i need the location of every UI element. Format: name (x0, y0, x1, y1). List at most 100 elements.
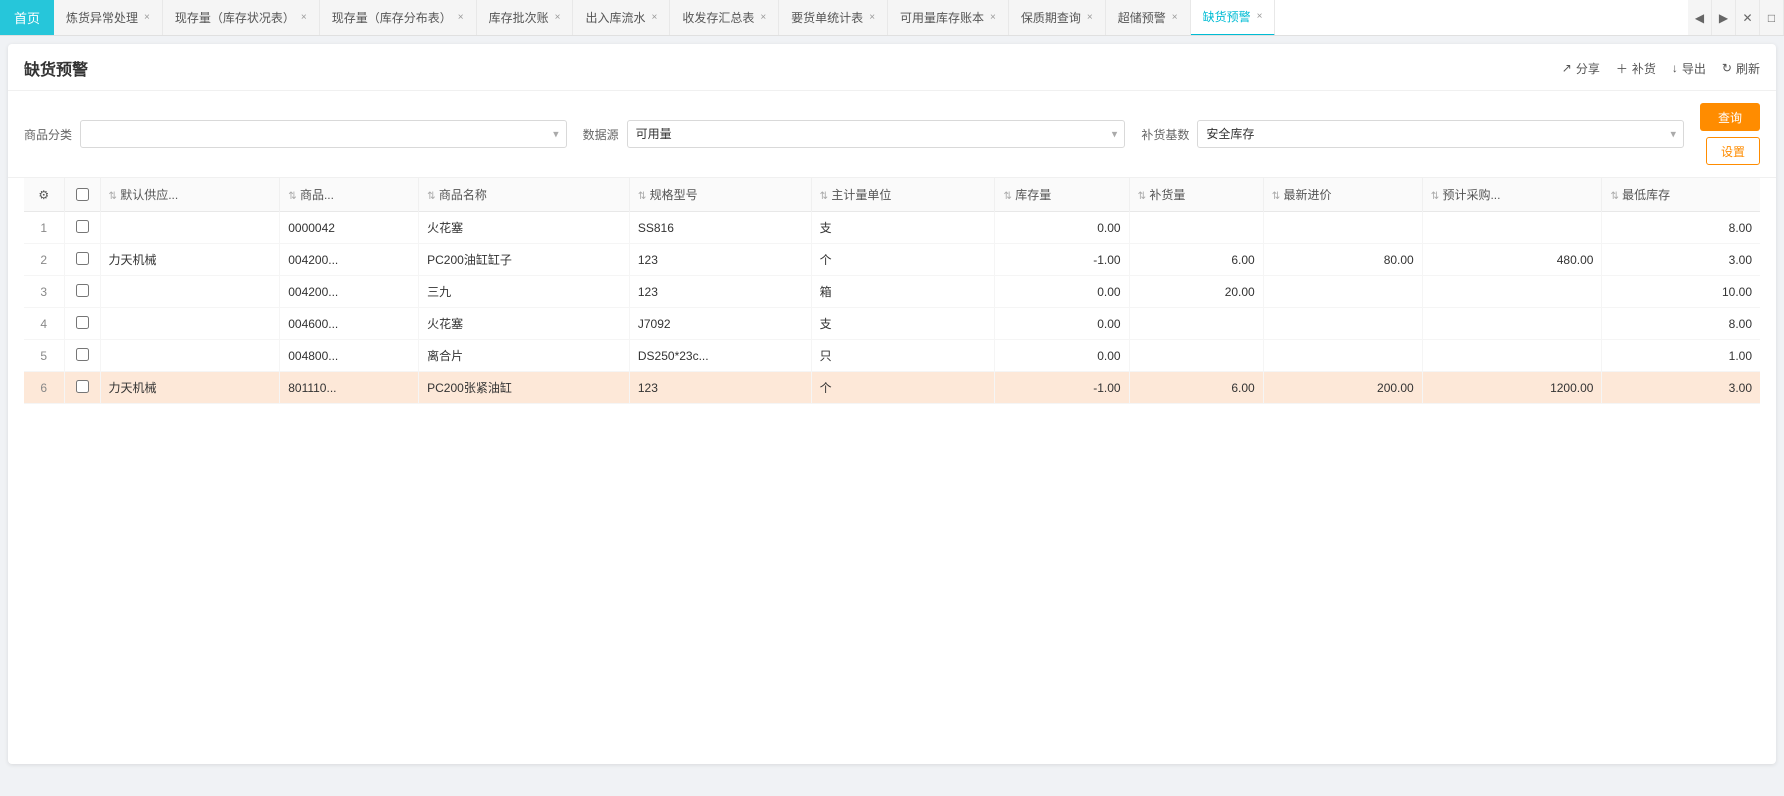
row-code: 004200... (280, 276, 419, 308)
tab-abnormal[interactable]: 炼货异常处理× (54, 0, 163, 36)
tab-maximize-btn[interactable]: □ (1760, 0, 1784, 36)
category-select[interactable] (80, 120, 567, 148)
col-unit-sort-icon: ⇅ (820, 191, 828, 202)
tab-close-icon[interactable]: × (990, 12, 996, 23)
row-restock: 6.00 (1129, 372, 1263, 404)
tab-close-icon[interactable]: × (555, 12, 561, 23)
home-tab-label: 首页 (14, 8, 40, 27)
col-stock-sort-icon: ⇅ (1003, 191, 1011, 202)
row-restock (1129, 212, 1263, 244)
row-stock: -1.00 (995, 244, 1129, 276)
row-supplier (100, 340, 280, 372)
select-all-checkbox[interactable] (76, 188, 89, 201)
row-checkbox[interactable] (76, 348, 89, 361)
export-action[interactable]: ↓ 导出 (1672, 60, 1706, 77)
row-latest-price: 80.00 (1263, 244, 1422, 276)
table-container: ⚙ ⇅ 默认供应... ⇅ 商品... (8, 178, 1776, 404)
tab-overstock-warning[interactable]: 超储预警× (1106, 0, 1191, 36)
tab-order-stats[interactable]: 要货单统计表 × (779, 0, 888, 36)
page-header: 缺货预警 ↗ 分享 ＋ 补货 ↓ 导出 ↻ 刷新 (8, 44, 1776, 91)
tab-close-icon[interactable]: × (869, 12, 875, 23)
row-latest-price (1263, 276, 1422, 308)
col-product-code[interactable]: ⇅ 商品... (280, 178, 419, 212)
tab-label: 要货单统计表 (791, 9, 863, 26)
tab-next-btn[interactable]: ▶ (1712, 0, 1736, 36)
tab-expiry-query[interactable]: 保质期查询 × (1009, 0, 1106, 36)
row-stock: 0.00 (995, 276, 1129, 308)
row-checkbox[interactable] (76, 316, 89, 329)
restock-action[interactable]: ＋ 补货 (1616, 60, 1656, 77)
tab-close-icon[interactable]: × (1087, 12, 1093, 23)
row-name: 离合片 (419, 340, 630, 372)
tab-close-icon[interactable]: × (1172, 12, 1178, 23)
tab-receive-summary[interactable]: 收发存汇总表 × (670, 0, 779, 36)
refresh-action[interactable]: ↻ 刷新 (1722, 60, 1760, 77)
page-container: 缺货预警 ↗ 分享 ＋ 补货 ↓ 导出 ↻ 刷新 商品分类 (8, 44, 1776, 764)
col-spec[interactable]: ⇅ 规格型号 (629, 178, 811, 212)
tab-close-icon[interactable]: × (301, 12, 307, 23)
col-min-sort-icon: ⇅ (1610, 191, 1618, 202)
tab-batch-account[interactable]: 库存批次账× (477, 0, 574, 36)
tab-inventory-dist[interactable]: 现存量（库存分布表）× (320, 0, 477, 36)
row-checkbox[interactable] (76, 284, 89, 297)
table-row: 5 004800... 离合片 DS250*23c... 只 0.00 1.00 (24, 340, 1760, 372)
category-filter-group: 商品分类 (24, 120, 567, 148)
export-label: 导出 (1682, 60, 1706, 77)
tab-available-ledger[interactable]: 可用量库存账本× (888, 0, 1009, 36)
settings-button[interactable]: 设置 (1706, 137, 1760, 165)
row-min-stock: 3.00 (1602, 244, 1760, 276)
row-min-stock: 1.00 (1602, 340, 1760, 372)
row-est-purchase (1422, 212, 1602, 244)
tab-close-icon[interactable]: × (1257, 11, 1263, 22)
col-unit[interactable]: ⇅ 主计量单位 (811, 178, 995, 212)
share-label: 分享 (1576, 60, 1600, 77)
row-checkbox-cell (64, 372, 100, 404)
restock-base-select[interactable]: 安全库存 最低库存 (1197, 120, 1684, 148)
tab-label: 缺货预警 (1203, 8, 1251, 25)
tab-inventory-status[interactable]: 现存量（库存状况表）× (163, 0, 320, 36)
tab-label: 收发存汇总表 (682, 9, 754, 26)
tab-close-icon[interactable]: × (760, 12, 766, 23)
row-spec: DS250*23c... (629, 340, 811, 372)
category-select-wrapper (80, 120, 567, 148)
tab-close-icon[interactable]: × (144, 12, 150, 23)
col-min-stock[interactable]: ⇅ 最低库存 (1602, 178, 1760, 212)
tab-label: 出入库流水 (585, 9, 645, 26)
col-product-name[interactable]: ⇅ 商品名称 (419, 178, 630, 212)
row-code: 0000042 (280, 212, 419, 244)
col-latest-price[interactable]: ⇅ 最新进价 (1263, 178, 1422, 212)
tab-close-icon[interactable]: × (651, 12, 657, 23)
datasource-select[interactable]: 可用量 库存量 (627, 120, 1126, 148)
tab-prev-btn[interactable]: ◀ (1688, 0, 1712, 36)
col-settings[interactable]: ⚙ (24, 178, 64, 212)
share-action[interactable]: ↗ 分享 (1562, 60, 1600, 77)
row-num: 5 (24, 340, 64, 372)
row-num: 6 (24, 372, 64, 404)
row-checkbox[interactable] (76, 220, 89, 233)
row-restock: 20.00 (1129, 276, 1263, 308)
page-title: 缺货预警 (24, 56, 88, 80)
row-checkbox[interactable] (76, 252, 89, 265)
tab-bar: 首页 炼货异常处理×现存量（库存状况表）×现存量（库存分布表）×库存批次账×出入… (0, 0, 1784, 36)
row-checkbox-cell (64, 244, 100, 276)
row-code: 801110... (280, 372, 419, 404)
tab-shortage-warning[interactable]: 缺货预警 × (1191, 0, 1276, 36)
tab-close-icon[interactable]: × (458, 12, 464, 23)
query-button[interactable]: 查询 (1700, 103, 1760, 131)
row-checkbox-cell (64, 276, 100, 308)
col-restock-qty[interactable]: ⇅ 补货量 (1129, 178, 1263, 212)
col-stock-qty[interactable]: ⇅ 库存量 (995, 178, 1129, 212)
refresh-label: 刷新 (1736, 60, 1760, 77)
tab-inout-flow[interactable]: 出入库流水 × (573, 0, 670, 36)
col-default-supplier[interactable]: ⇅ 默认供应... (100, 178, 280, 212)
tab-close-all-btn[interactable]: ✕ (1736, 0, 1760, 36)
col-est-purchase[interactable]: ⇅ 预计采购... (1422, 178, 1602, 212)
row-supplier (100, 276, 280, 308)
row-checkbox-cell (64, 212, 100, 244)
row-min-stock: 3.00 (1602, 372, 1760, 404)
tab-label: 保质期查询 (1021, 9, 1081, 26)
row-checkbox[interactable] (76, 380, 89, 393)
row-est-purchase: 1200.00 (1422, 372, 1602, 404)
tab-home[interactable]: 首页 (0, 0, 54, 36)
row-stock: 0.00 (995, 308, 1129, 340)
